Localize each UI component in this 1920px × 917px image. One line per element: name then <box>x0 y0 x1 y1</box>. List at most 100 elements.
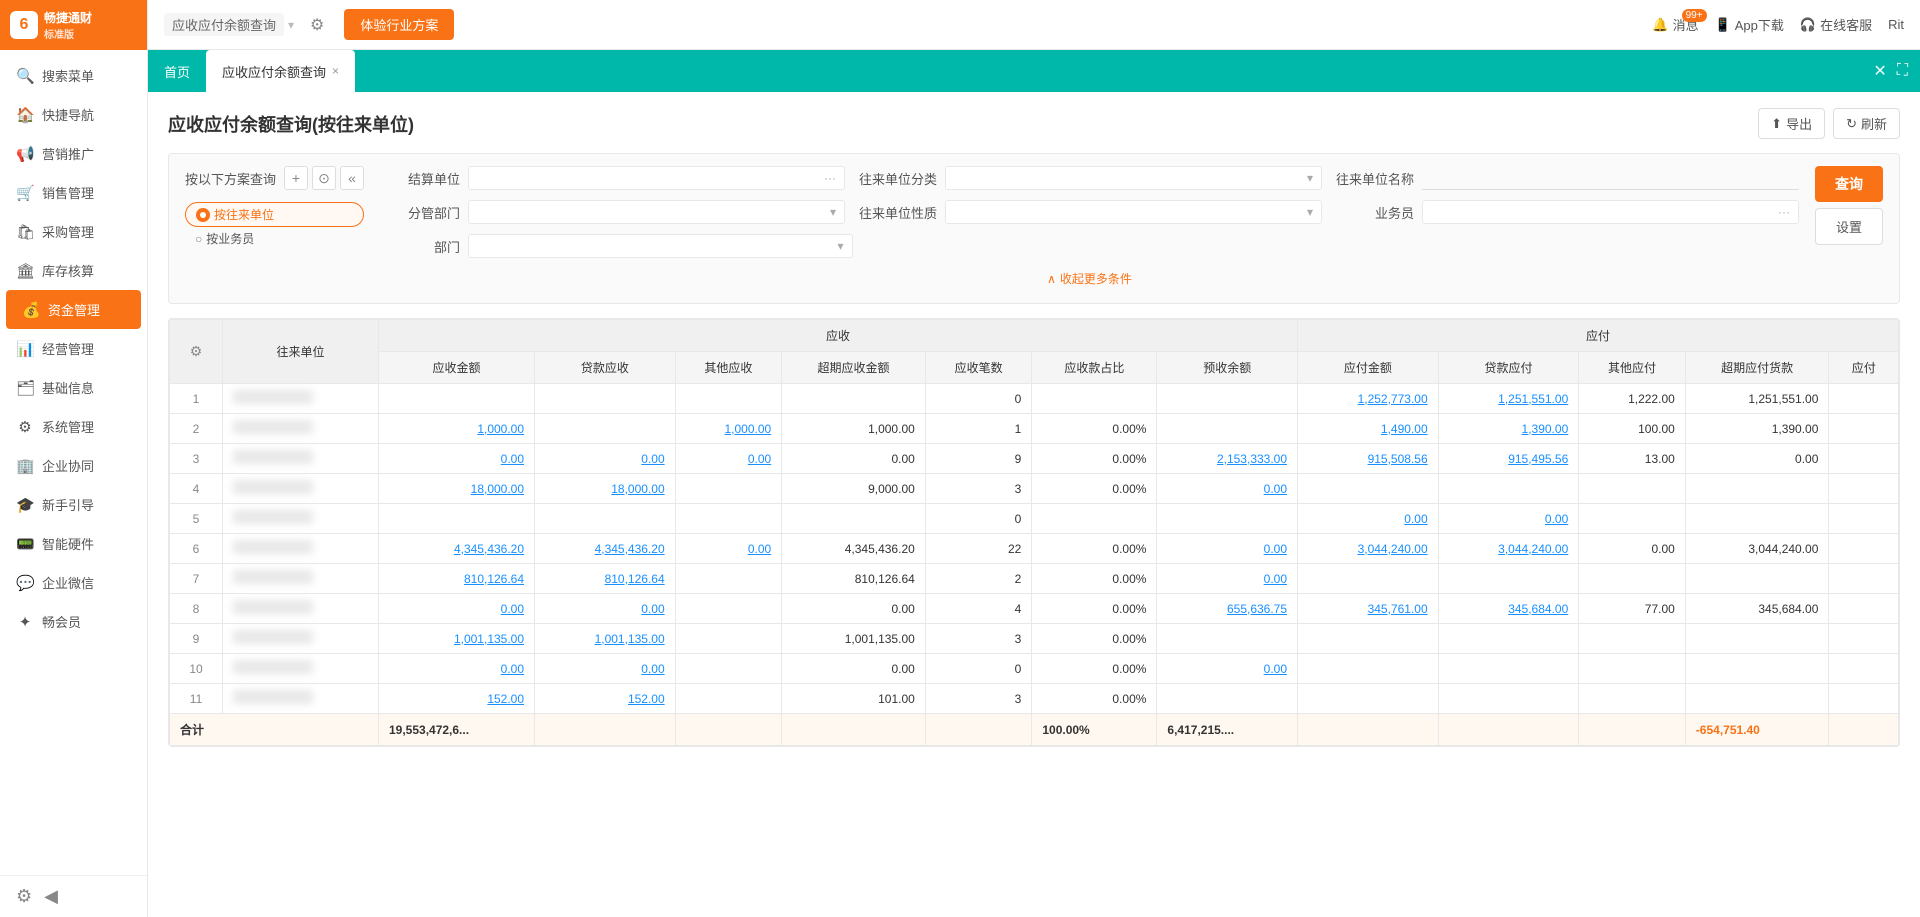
query-button[interactable]: 查询 <box>1815 166 1883 202</box>
th-pay-more: 应付 <box>1829 352 1899 384</box>
tab-close-icon[interactable]: × <box>332 64 339 78</box>
sidebar-item-quick-nav[interactable]: 🏠 快捷导航 <box>0 95 147 134</box>
chevron-down-icon[interactable]: ▾ <box>1307 171 1313 185</box>
topbar: 应收应付余额查询 ▾ ⚙ 体验行业方案 🔔 消息 99+ 📱 App下载 🎧 在… <box>148 0 1920 50</box>
export-button[interactable]: ⬆ 导出 <box>1758 108 1825 139</box>
sidebar-settings-icon[interactable]: ⚙ <box>16 886 32 907</box>
field-input-unit-name[interactable] <box>1422 166 1799 190</box>
sidebar-item-wechat[interactable]: 💬 企业微信 <box>0 563 147 602</box>
tab-home[interactable]: 首页 <box>148 50 206 92</box>
online-service-label: 在线客服 <box>1820 15 1872 34</box>
footer-recv-ratio: 100.00% <box>1032 714 1157 746</box>
sidebar-nav: 🔍 搜索菜单 🏠 快捷导航 📢 营销推广 🛒 销售管理 🛍 采购管理 🏛 库存核… <box>0 50 147 875</box>
app-download-label: App下载 <box>1735 15 1784 34</box>
tabbar-right: ✕ ⛶ <box>1873 61 1920 81</box>
sidebar-item-label: 企业协同 <box>42 456 94 475</box>
tab-home-label: 首页 <box>164 62 190 81</box>
set-button[interactable]: 设置 <box>1815 208 1883 245</box>
add-scheme-button[interactable]: + <box>284 166 308 190</box>
sidebar-item-marketing[interactable]: 📢 营销推广 <box>0 134 147 173</box>
scheme-radio-icon <box>196 208 210 222</box>
collapse-more-button[interactable]: ∧ 收起更多条件 <box>380 266 1799 291</box>
chevron-down-icon-3[interactable]: ▾ <box>1307 205 1313 219</box>
dots-icon[interactable]: ··· <box>824 171 836 185</box>
sidebar-item-search[interactable]: 🔍 搜索菜单 <box>0 56 147 95</box>
sidebar-item-capital[interactable]: 💰 资金管理 <box>6 290 141 329</box>
field-input-salesman[interactable]: ··· <box>1422 200 1799 224</box>
th-settings[interactable]: ⚙ <box>170 320 223 384</box>
sidebar-collapse-icon[interactable]: ◀‌‍ <box>44 886 58 907</box>
logo-icon: 6 <box>10 11 38 39</box>
table-footer-row: 合计 19,553,472,6... 100.00% 6,417,215.... <box>170 714 1899 746</box>
app-download-button[interactable]: 📱 App下载 <box>1715 15 1784 34</box>
sidebar-item-corp[interactable]: 🏢 企业协同 <box>0 446 147 485</box>
sidebar-item-label: 资金管理 <box>48 300 100 319</box>
scheme-by-unit-button[interactable]: 按往来单位 <box>185 202 364 227</box>
sidebar-item-inventory[interactable]: 🏛 库存核算 <box>0 251 147 290</box>
export-icon: ⬆ <box>1771 116 1782 132</box>
marketing-icon: 📢 <box>16 145 34 163</box>
sidebar-item-guide[interactable]: 🎓 新手引导 <box>0 485 147 524</box>
tabbar-close-icon[interactable]: ✕ <box>1873 61 1886 81</box>
th-receivable-group: 应收 <box>378 320 1297 352</box>
field-input-dept-manager[interactable]: ▾ <box>468 200 845 224</box>
footer-recv-total: 19,553,472,6... <box>378 714 534 746</box>
scheme-selector: 按以下方案查询 + ⊙ « 按往来单位 <box>185 166 364 250</box>
sidebar-item-basic[interactable]: 🗂 基础信息 <box>0 368 147 407</box>
field-label-unit-name: 往来单位名称 <box>1334 169 1414 188</box>
scheme-by-staff-button[interactable]: ○ 按业务员 <box>185 227 364 250</box>
tabbar-expand-icon[interactable]: ⛶ <box>1897 62 1908 80</box>
sidebar-item-operation[interactable]: 📊 经营管理 <box>0 329 147 368</box>
sidebar-item-label: 经营管理 <box>42 339 94 358</box>
notification-button[interactable]: 🔔 消息 99+ <box>1652 15 1698 34</box>
chevron-down-icon-2[interactable]: ▾ <box>830 205 836 219</box>
scheme-collapse-button[interactable]: « <box>340 166 364 190</box>
content: 应收应付余额查询(按往来单位) ⬆ 导出 ↻ 刷新 <box>148 92 1920 917</box>
sidebar-item-sales[interactable]: 🛒 销售管理 <box>0 173 147 212</box>
sidebar-item-hardware[interactable]: 📟 智能硬件 <box>0 524 147 563</box>
system-icon: ⚙ <box>16 418 34 436</box>
th-loan-recv: 贷款应收 <box>535 352 676 384</box>
member-icon: ✦ <box>16 613 34 631</box>
sidebar-item-purchase[interactable]: 🛍 采购管理 <box>0 212 147 251</box>
scheme-settings-button[interactable]: ⊙ <box>312 166 336 190</box>
chevron-down-icon-4[interactable]: ▾ <box>838 239 844 253</box>
field-label-unit-nature: 往来单位性质 <box>857 203 937 222</box>
topbar-right: 🔔 消息 99+ 📱 App下载 🎧 在线客服 Rit <box>1652 15 1904 34</box>
field-input-dept[interactable]: ▾ <box>468 234 853 258</box>
filter-fields: 结算单位 ··· 往来单位分类 ▾ <box>380 166 1799 291</box>
home-icon: 🏠 <box>16 106 34 124</box>
th-overdue-pay: 超期应付货款 <box>1685 352 1829 384</box>
field-unit-category: 往来单位分类 ▾ <box>857 166 1322 190</box>
refresh-icon: ↻ <box>1846 116 1857 132</box>
field-input-unit-category[interactable]: ▾ <box>945 166 1322 190</box>
field-input-unit-nature[interactable]: ▾ <box>945 200 1322 224</box>
field-salesman: 业务员 ··· <box>1334 200 1799 224</box>
field-label-salesman: 业务员 <box>1334 203 1414 222</box>
sidebar-item-label: 智能硬件 <box>42 534 94 553</box>
online-service-button[interactable]: 🎧 在线客服 <box>1800 15 1872 34</box>
field-dept: 部门 ▾ <box>380 234 853 258</box>
topbar-gear-icon[interactable]: ⚙ <box>310 15 324 35</box>
table-row: 1 0 1,252,773.00 1,251,551.00 1,222.00 <box>170 384 1899 414</box>
table-row: 5 0 0.00 0.00 <box>170 504 1899 534</box>
sidebar-item-label: 销售管理 <box>42 183 94 202</box>
page: 应收应付余额查询(按往来单位) ⬆ 导出 ↻ 刷新 <box>148 92 1920 917</box>
dots-icon-2[interactable]: ··· <box>1778 205 1790 219</box>
solution-button[interactable]: 体验行业方案 <box>344 9 454 40</box>
sidebar-item-system[interactable]: ⚙ 系统管理 <box>0 407 147 446</box>
th-recv-amount: 应收金额 <box>378 352 534 384</box>
th-recv-ratio: 应收款占比 <box>1032 352 1157 384</box>
page-header: 应收应付余额查询(按往来单位) ⬆ 导出 ↻ 刷新 <box>168 108 1900 139</box>
user-info[interactable]: Rit <box>1888 17 1904 32</box>
hardware-icon: 📟 <box>16 535 34 553</box>
refresh-button[interactable]: ↻ 刷新 <box>1833 108 1900 139</box>
sidebar-item-member[interactable]: ✦ 畅会员 <box>0 602 147 641</box>
logo-version: 标准版 <box>44 26 92 41</box>
field-settlement-unit: 结算单位 ··· <box>380 166 845 190</box>
tab-balance[interactable]: 应收应付余额查询 × <box>206 50 355 92</box>
sidebar-footer: ⚙ ◀‌‍ <box>0 875 147 917</box>
field-input-settlement[interactable]: ··· <box>468 166 845 190</box>
footer-label: 合计 <box>170 714 379 746</box>
th-recv-count: 应收笔数 <box>925 352 1032 384</box>
